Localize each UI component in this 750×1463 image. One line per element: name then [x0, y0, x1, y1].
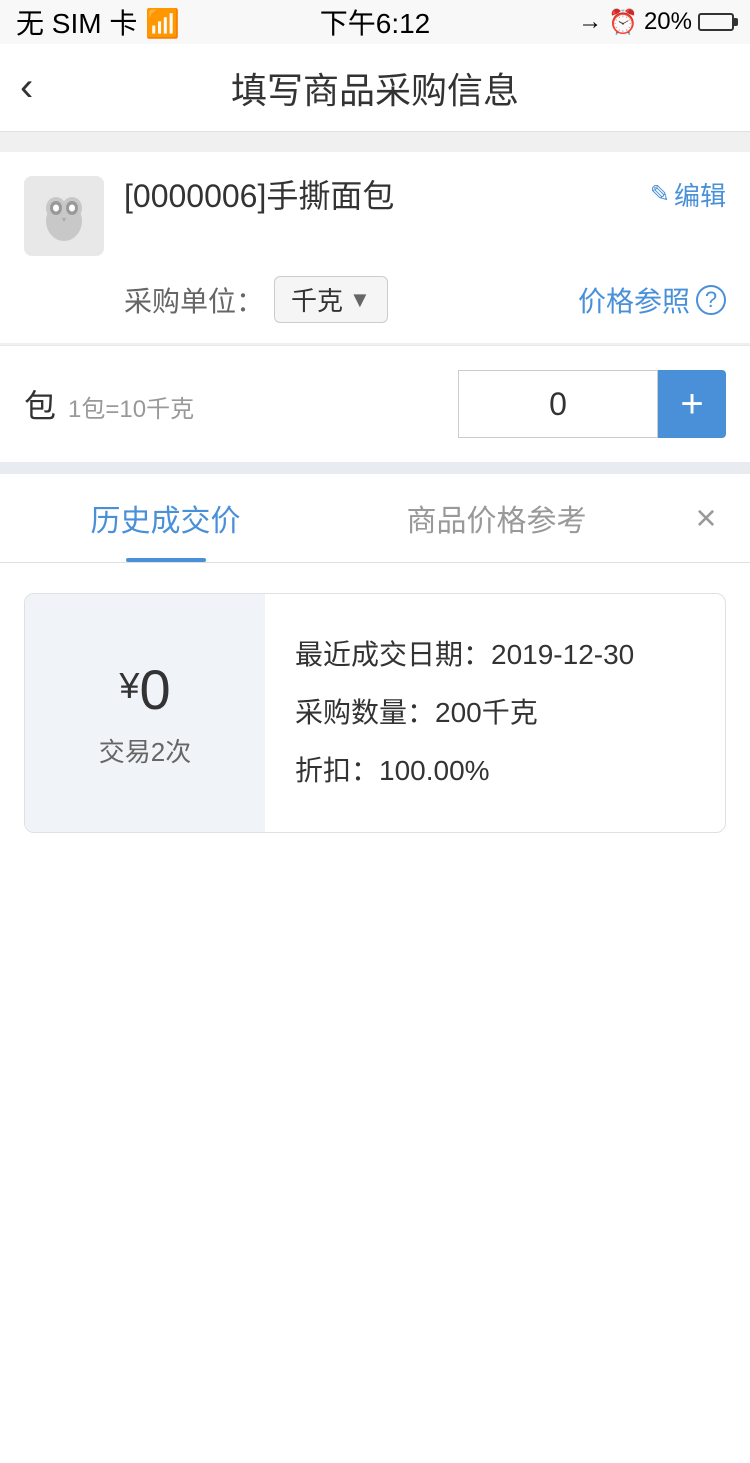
- purchase-unit-label: 采购单位：: [124, 280, 264, 320]
- quantity-label-group: 包 1包=10千克: [24, 381, 194, 427]
- history-card: ¥0 交易2次 最近成交日期：2019-12-30 采购数量：200千克 折扣：…: [24, 593, 726, 833]
- edit-label: 编辑: [674, 176, 726, 213]
- purchase-qty-value: 200千克: [435, 697, 538, 728]
- quantity-row: 包 1包=10千克 0 +: [0, 345, 750, 462]
- edit-button[interactable]: ✎ 编辑: [650, 176, 726, 213]
- tab-bar: 历史成交价 商品价格参考 ×: [0, 474, 750, 563]
- bottom-area: [0, 863, 750, 1463]
- product-logo: [34, 186, 94, 246]
- unit-value: 千克: [291, 281, 343, 318]
- battery-percent: 20%: [644, 8, 692, 36]
- recent-date-row: 最近成交日期：2019-12-30: [295, 634, 695, 676]
- status-carrier: 无 SIM 卡 📶: [16, 2, 180, 42]
- product-card: [0000006]手撕面包 ✎ 编辑 采购单位： 千克 ▼ 价格参照 ?: [0, 152, 750, 343]
- tab-history-label: 历史成交价: [91, 496, 241, 540]
- product-bottom-row: 采购单位： 千克 ▼ 价格参照 ?: [24, 276, 726, 323]
- quantity-conversion: 1包=10千克: [68, 389, 194, 424]
- unit-select-button[interactable]: 千克 ▼: [274, 276, 388, 323]
- product-name: [0000006]手撕面包: [124, 176, 650, 218]
- trade-count: 交易2次: [99, 732, 191, 769]
- history-content: ¥0 交易2次 最近成交日期：2019-12-30 采购数量：200千克 折扣：…: [0, 563, 750, 863]
- page-title: 填写商品采购信息: [231, 62, 519, 114]
- status-bar: 无 SIM 卡 📶 下午6:12 → ⏰ 20%: [0, 0, 750, 44]
- history-card-right: 最近成交日期：2019-12-30 采购数量：200千克 折扣：100.00%: [265, 594, 725, 832]
- product-logo-svg: [34, 186, 94, 246]
- price-ref-label: 价格参照: [578, 280, 690, 320]
- purchase-qty-row: 采购数量：200千克: [295, 692, 695, 734]
- discount-row: 折扣：100.00%: [295, 750, 695, 792]
- quantity-input-group: 0 +: [458, 370, 726, 438]
- discount-value: 100.00%: [379, 755, 490, 786]
- product-header: [0000006]手撕面包 ✎ 编辑: [24, 176, 726, 256]
- discount-label: 折扣：: [295, 755, 379, 786]
- nav-bar: ‹ 填写商品采购信息: [0, 44, 750, 132]
- edit-icon: ✎: [650, 180, 670, 209]
- quantity-value: 0: [549, 386, 567, 423]
- history-price: ¥0: [119, 657, 170, 722]
- section-divider: [0, 462, 750, 474]
- chevron-down-icon: ▼: [349, 287, 371, 313]
- location-icon: →: [578, 8, 602, 36]
- status-time: 下午6:12: [320, 2, 431, 42]
- close-icon: ×: [695, 497, 716, 539]
- tab-close-button[interactable]: ×: [662, 474, 750, 562]
- quantity-unit-label: 包: [24, 381, 56, 427]
- purchase-qty-label: 采购数量：: [295, 697, 435, 728]
- price-value: 0: [139, 658, 170, 721]
- recent-date-value: 2019-12-30: [491, 639, 634, 670]
- purchase-unit-row: 采购单位： 千克 ▼: [124, 276, 388, 323]
- tab-history-price[interactable]: 历史成交价: [0, 474, 331, 562]
- product-info: [0000006]手撕面包: [24, 176, 650, 256]
- back-button[interactable]: ‹: [20, 65, 80, 110]
- status-right: → ⏰ 20%: [578, 8, 734, 37]
- currency-symbol: ¥: [119, 665, 139, 707]
- battery-icon: [698, 13, 734, 31]
- back-icon: ‹: [20, 65, 33, 109]
- plus-icon: +: [680, 382, 703, 427]
- price-ref-button[interactable]: 价格参照 ?: [578, 280, 726, 320]
- quantity-input[interactable]: 0: [458, 370, 658, 438]
- help-icon: ?: [696, 285, 726, 315]
- tab-product-price-ref[interactable]: 商品价格参考: [331, 474, 662, 562]
- product-thumbnail: [24, 176, 104, 256]
- recent-date-label: 最近成交日期：: [295, 639, 491, 670]
- history-card-left: ¥0 交易2次: [25, 594, 265, 832]
- tab-price-ref-label: 商品价格参考: [407, 496, 587, 540]
- alarm-icon: ⏰: [608, 8, 638, 37]
- tab-active-indicator: [126, 558, 206, 562]
- quantity-plus-button[interactable]: +: [658, 370, 726, 438]
